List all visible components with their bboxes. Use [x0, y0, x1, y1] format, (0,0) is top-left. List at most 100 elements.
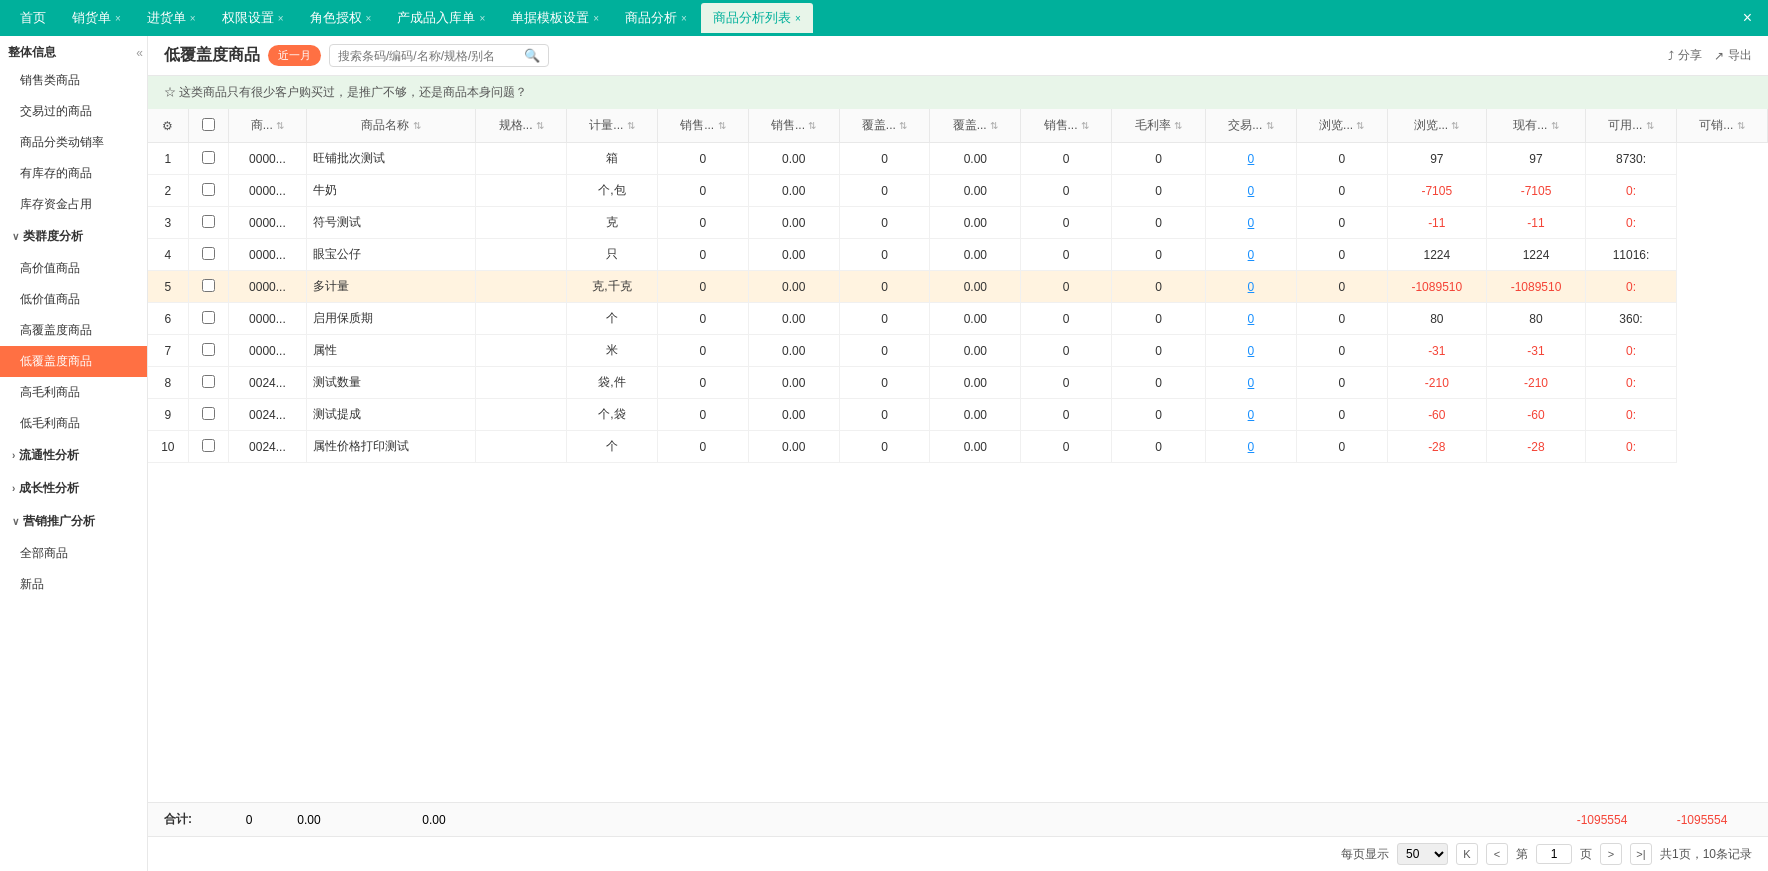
table-cell: 0 [1112, 303, 1206, 335]
col-sales3[interactable]: 销售... ⇅ [1021, 109, 1112, 143]
table-container[interactable]: ⚙ 商... ⇅ 商品名称 ⇅ 规格... ⇅ 计量... ⇅ 销售... ⇅ … [148, 109, 1768, 802]
col-sales1[interactable]: 销售... ⇅ [657, 109, 748, 143]
nav-product-analysis[interactable]: 商品分析 × [613, 3, 699, 33]
sidebar-item-category-rate[interactable]: 商品分类动销率 [0, 127, 147, 158]
row-checkbox[interactable] [202, 439, 215, 452]
table-cell[interactable]: 0 [1206, 367, 1297, 399]
nav-close-template[interactable]: × [593, 13, 599, 24]
page-suffix: 页 [1580, 846, 1592, 863]
table-cell[interactable]: 0 [1206, 303, 1297, 335]
filter-recent-month-btn[interactable]: 近一月 [268, 45, 321, 66]
sidebar-section-flow[interactable]: › 流通性分析 [0, 439, 147, 472]
prev-page-btn[interactable]: < [1486, 843, 1508, 865]
nav-home[interactable]: 首页 [8, 3, 58, 33]
nav-purchase-order[interactable]: 进货单 × [135, 3, 208, 33]
next-page-btn[interactable]: > [1600, 843, 1622, 865]
per-page-select[interactable]: 50 20 100 200 [1397, 843, 1448, 865]
col-stock[interactable]: 现有... ⇅ [1486, 109, 1585, 143]
col-browse2[interactable]: 浏览... ⇅ [1387, 109, 1486, 143]
col-coverage1[interactable]: 覆盖... ⇅ [839, 109, 930, 143]
page-number-input[interactable] [1536, 844, 1572, 864]
table-cell[interactable]: 0 [1206, 143, 1297, 175]
col-spec[interactable]: 规格... ⇅ [476, 109, 567, 143]
nav-sales-order[interactable]: 销货单 × [60, 3, 133, 33]
sidebar-item-low-profit[interactable]: 低毛利商品 [0, 408, 147, 439]
row-checkbox[interactable] [202, 183, 215, 196]
sidebar-item-low-value[interactable]: 低价值商品 [0, 284, 147, 315]
table-cell[interactable]: 0 [1206, 207, 1297, 239]
nav-role-auth[interactable]: 角色授权 × [298, 3, 384, 33]
col-browse1[interactable]: 浏览... ⇅ [1296, 109, 1387, 143]
table-cell[interactable]: 0 [1206, 175, 1297, 207]
last-page-btn[interactable]: >| [1630, 843, 1652, 865]
sidebar-item-new-goods[interactable]: 新品 [0, 569, 147, 600]
nav-template-settings[interactable]: 单据模板设置 × [499, 3, 611, 33]
col-unit[interactable]: 计量... ⇅ [567, 109, 658, 143]
nav-close-analysis-list[interactable]: × [795, 13, 801, 24]
col-saleable[interactable]: 可销... ⇅ [1676, 109, 1767, 143]
row-checkbox[interactable] [202, 279, 215, 292]
sidebar-item-stock-goods[interactable]: 有库存的商品 [0, 158, 147, 189]
nav-permission-settings[interactable]: 权限设置 × [210, 3, 296, 33]
first-page-btn[interactable]: K [1456, 843, 1478, 865]
table-cell[interactable]: 0 [1206, 335, 1297, 367]
sidebar-item-all-goods[interactable]: 全部商品 [0, 538, 147, 569]
col-name[interactable]: 商品名称 ⇅ [306, 109, 476, 143]
nav-window-close[interactable]: × [1735, 5, 1760, 31]
sidebar-item-capital[interactable]: 库存资金占用 [0, 189, 147, 220]
col-available[interactable]: 可用... ⇅ [1586, 109, 1677, 143]
nav-product-stock[interactable]: 产成品入库单 × [385, 3, 497, 33]
table-cell: 测试提成 [306, 399, 476, 431]
table-cell[interactable]: 0 [1206, 239, 1297, 271]
nav-close-purchase[interactable]: × [190, 13, 196, 24]
table-cell[interactable]: 0 [1206, 431, 1297, 463]
nav-close-product[interactable]: × [479, 13, 485, 24]
row-checkbox[interactable] [202, 407, 215, 420]
sidebar-item-traded-goods[interactable]: 交易过的商品 [0, 96, 147, 127]
col-margin[interactable]: 毛利率 ⇅ [1112, 109, 1206, 143]
col-checkbox[interactable] [188, 109, 228, 143]
search-icon[interactable]: 🔍 [524, 48, 540, 63]
sidebar-section-cluster[interactable]: ∨ 类群度分析 [0, 220, 147, 253]
table-cell: 0 [839, 239, 930, 271]
table-cell: 0.00 [930, 143, 1021, 175]
row-checkbox[interactable] [202, 375, 215, 388]
row-checkbox[interactable] [202, 151, 215, 164]
nav-close-analysis[interactable]: × [681, 13, 687, 24]
col-coverage2[interactable]: 覆盖... ⇅ [930, 109, 1021, 143]
sidebar-item-low-coverage[interactable]: 低覆盖度商品 [0, 346, 147, 377]
export-btn[interactable]: ↗ 导出 [1714, 47, 1752, 64]
table-cell: 80 [1387, 303, 1486, 335]
nav-product-analysis-list[interactable]: 商品分析列表 × [701, 3, 813, 33]
table-cell: 0.00 [748, 335, 839, 367]
share-btn[interactable]: ⤴ 分享 [1668, 47, 1702, 64]
sidebar-item-high-coverage[interactable]: 高覆盖度商品 [0, 315, 147, 346]
sidebar-collapse-btn[interactable]: « [136, 46, 143, 60]
table-cell [476, 303, 567, 335]
table-cell [188, 399, 228, 431]
row-checkbox[interactable] [202, 311, 215, 324]
table-cell: 个,包 [567, 175, 658, 207]
table-cell: 0 [1112, 335, 1206, 367]
table-cell: 0 [1296, 271, 1387, 303]
table-cell[interactable]: 0 [1206, 399, 1297, 431]
row-checkbox[interactable] [202, 247, 215, 260]
table-cell[interactable]: 0 [1206, 271, 1297, 303]
col-settings[interactable]: ⚙ [148, 109, 188, 143]
col-code[interactable]: 商... ⇅ [229, 109, 306, 143]
sidebar-section-marketing[interactable]: ∨ 营销推广分析 [0, 505, 147, 538]
table-row: 10000...旺铺批次测试箱00.0000.00000097978730: [148, 143, 1768, 175]
nav-close-sales[interactable]: × [115, 13, 121, 24]
sidebar-section-growth[interactable]: › 成长性分析 [0, 472, 147, 505]
row-checkbox[interactable] [202, 215, 215, 228]
sidebar-item-high-profit[interactable]: 高毛利商品 [0, 377, 147, 408]
search-input[interactable] [338, 49, 520, 63]
sidebar-item-high-value[interactable]: 高价值商品 [0, 253, 147, 284]
nav-close-role[interactable]: × [366, 13, 372, 24]
col-sales2[interactable]: 销售... ⇅ [748, 109, 839, 143]
sidebar-item-sales-goods[interactable]: 销售类商品 [0, 65, 147, 96]
row-checkbox[interactable] [202, 343, 215, 356]
nav-close-permission[interactable]: × [278, 13, 284, 24]
col-transaction[interactable]: 交易... ⇅ [1206, 109, 1297, 143]
select-all-checkbox[interactable] [202, 118, 215, 131]
